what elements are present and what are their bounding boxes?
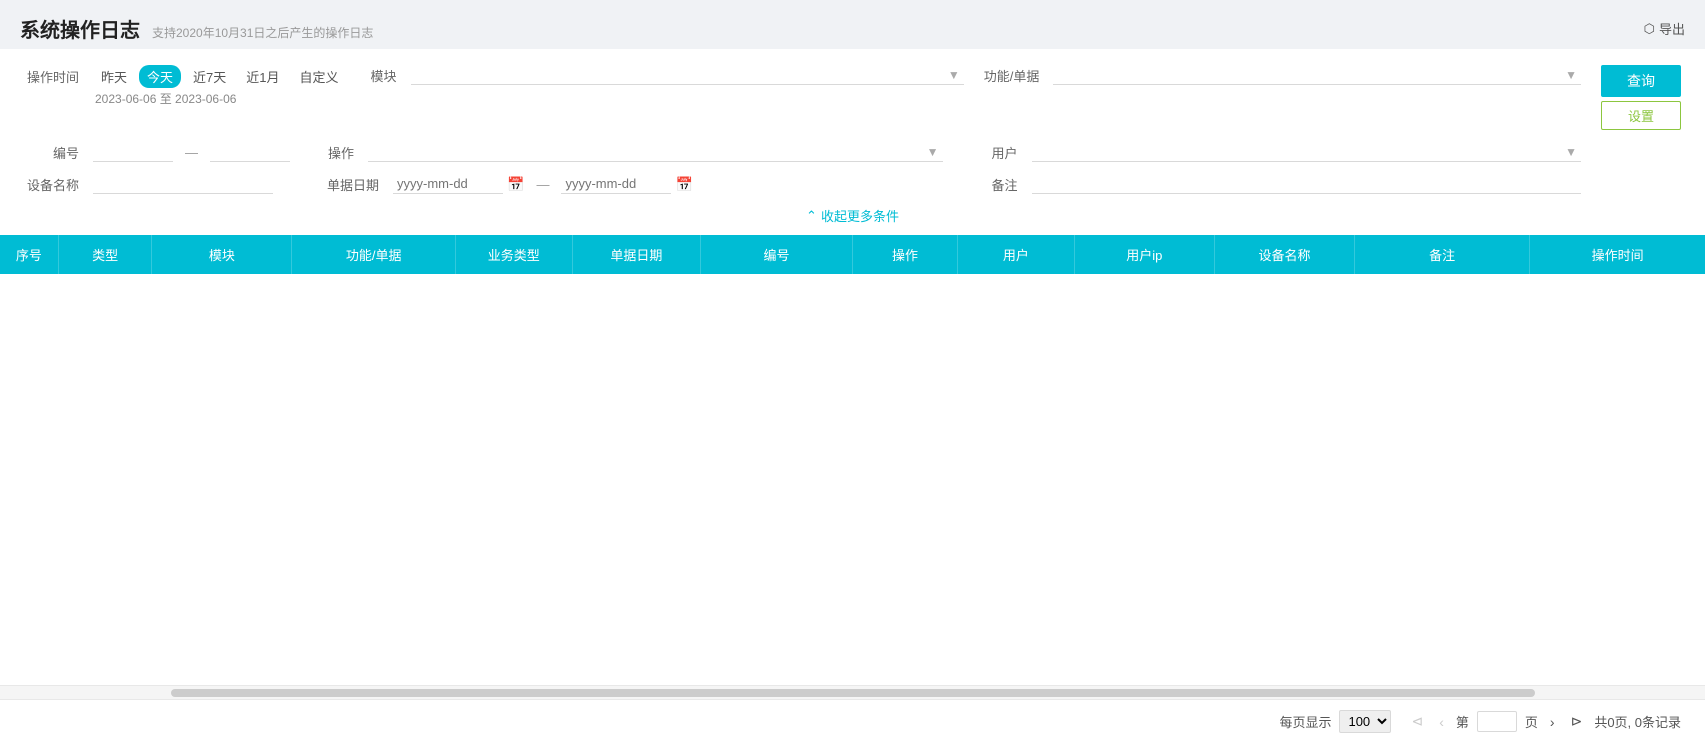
time-range: 2023-06-06 至 2023-06-06: [95, 92, 236, 106]
col-operation: 操作: [852, 235, 957, 274]
time-filter: 操作时间 昨天 今天 近7天 近1月 自定义 2023-06-06 至 2023…: [24, 65, 347, 107]
col-code: 编号: [701, 235, 853, 274]
col-user: 用户: [958, 235, 1075, 274]
filter-card: 操作时间 昨天 今天 近7天 近1月 自定义 2023-06-06 至 2023…: [0, 49, 1705, 235]
device-filter: 设备名称: [24, 174, 304, 194]
module-label: 模块: [367, 66, 397, 85]
date-to-input[interactable]: [561, 174, 671, 194]
time-option-yesterday[interactable]: 昨天: [93, 65, 135, 88]
col-user-ip: 用户ip: [1074, 235, 1214, 274]
header-left: 系统操作日志 支持2020年10月31日之后产生的操作日志: [20, 14, 373, 43]
remark-input[interactable]: [1032, 174, 1582, 194]
collapse-icon: ⌃: [806, 208, 817, 224]
function-input[interactable]: [1053, 65, 1581, 85]
module-filter: 模块 ▼: [367, 65, 964, 85]
remark-filter: 备注: [963, 174, 1582, 194]
date-from-input[interactable]: [393, 174, 503, 194]
per-page-label: 每页显示: [1279, 712, 1331, 731]
col-module: 模块: [152, 235, 292, 274]
time-option-1month[interactable]: 近1月: [238, 65, 287, 88]
code-from-input[interactable]: [93, 142, 173, 162]
per-page-select[interactable]: 100 50 200: [1339, 710, 1391, 733]
code-dash: —: [185, 145, 198, 160]
pagination-bar: 每页显示 100 50 200 ⊲ ‹ 第 1 页 › ⊳ 共0页, 0条记录: [0, 699, 1705, 743]
calendar-from-icon[interactable]: 📅: [507, 176, 524, 193]
page-input[interactable]: 1: [1477, 711, 1517, 732]
data-table: 序号 类型 模块 功能/单据 业务类型 单据日期 编号 操作 用户 用户ip 设…: [0, 235, 1705, 274]
collapse-label: 收起更多条件: [821, 206, 899, 225]
date-dash: —: [536, 177, 549, 192]
collapse-button[interactable]: ⌃ 收起更多条件: [806, 206, 899, 225]
total-info: 共0页, 0条记录: [1594, 712, 1681, 731]
col-type: 类型: [58, 235, 151, 274]
function-label: 功能/单据: [984, 66, 1040, 85]
remark-label: 备注: [963, 175, 1018, 194]
action-buttons: 查询 设置: [1601, 65, 1681, 130]
function-filter: 功能/单据 ▼: [984, 65, 1581, 85]
doc-date-label: 单据日期: [324, 175, 379, 194]
next-page-button[interactable]: ›: [1546, 712, 1559, 732]
doc-date-filter: 单据日期 📅 — 📅: [324, 174, 943, 194]
page-subtitle: 支持2020年10月31日之后产生的操作日志: [152, 24, 373, 41]
collapse-row: ⌃ 收起更多条件: [24, 200, 1681, 235]
col-biz-type: 业务类型: [455, 235, 572, 274]
export-icon: ⬡: [1644, 21, 1655, 37]
col-doc-date: 单据日期: [572, 235, 700, 274]
calendar-to-icon[interactable]: 📅: [675, 176, 692, 193]
user-filter: 用户 ▼: [963, 142, 1582, 162]
time-label: 操作时间: [24, 67, 79, 86]
table-wrapper: 序号 类型 模块 功能/单据 业务类型 单据日期 编号 操作 用户 用户ip 设…: [0, 235, 1705, 685]
device-input[interactable]: [93, 174, 273, 194]
table-header-row: 序号 类型 模块 功能/单据 业务类型 单据日期 编号 操作 用户 用户ip 设…: [0, 235, 1705, 274]
time-options: 昨天 今天 近7天 近1月 自定义: [93, 65, 347, 88]
first-page-button[interactable]: ⊲: [1407, 711, 1427, 732]
module-input[interactable]: [411, 65, 964, 85]
scrollbar-area[interactable]: [0, 685, 1705, 699]
page-unit: 页: [1525, 712, 1538, 731]
col-op-time: 操作时间: [1530, 235, 1705, 274]
col-device: 设备名称: [1214, 235, 1354, 274]
code-filter: 编号 —: [24, 142, 304, 162]
operation-filter: 操作 ▼: [324, 142, 943, 162]
time-option-7days[interactable]: 近7天: [185, 65, 234, 88]
code-to-input[interactable]: [210, 142, 290, 162]
scrollbar-thumb[interactable]: [171, 689, 1535, 697]
user-input[interactable]: [1032, 142, 1582, 162]
export-button[interactable]: ⬡ 导出: [1644, 19, 1685, 38]
col-function: 功能/单据: [292, 235, 455, 274]
operation-label: 操作: [324, 143, 354, 162]
operation-input[interactable]: [368, 142, 943, 162]
page-title: 系统操作日志: [20, 14, 140, 43]
prev-page-button[interactable]: ‹: [1435, 712, 1448, 732]
col-seq: 序号: [0, 235, 58, 274]
date-picker-from: 📅: [393, 174, 524, 194]
time-option-today[interactable]: 今天: [139, 65, 181, 88]
user-label: 用户: [963, 143, 1018, 162]
page-label: 第: [1456, 712, 1469, 731]
query-button[interactable]: 查询: [1601, 65, 1681, 97]
page-header: 系统操作日志 支持2020年10月31日之后产生的操作日志 ⬡ 导出: [0, 0, 1705, 49]
main-content: 序号 类型 模块 功能/单据 业务类型 单据日期 编号 操作 用户 用户ip 设…: [0, 235, 1705, 743]
device-label: 设备名称: [24, 175, 79, 194]
settings-button[interactable]: 设置: [1601, 101, 1681, 130]
last-page-button[interactable]: ⊳: [1567, 711, 1587, 732]
col-remark: 备注: [1355, 235, 1530, 274]
date-picker-to: 📅: [561, 174, 692, 194]
time-option-custom[interactable]: 自定义: [292, 65, 347, 88]
code-label: 编号: [24, 143, 79, 162]
